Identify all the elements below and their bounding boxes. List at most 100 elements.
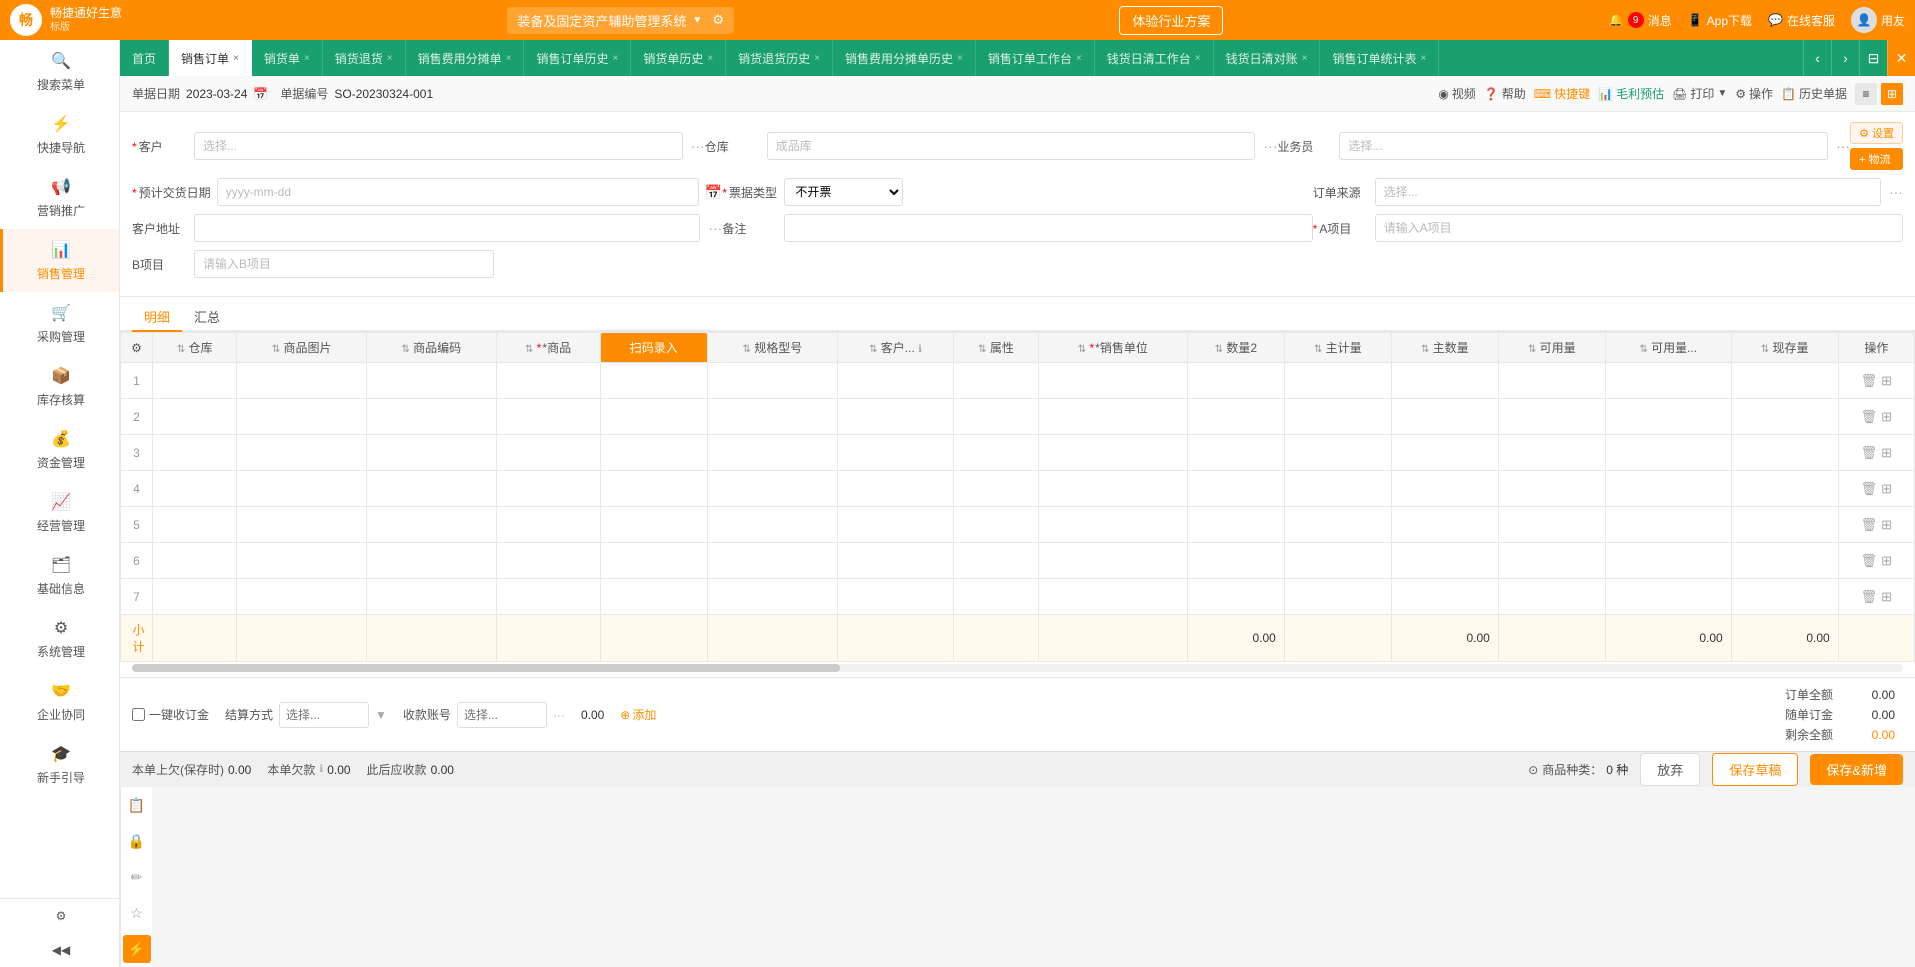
- add-button[interactable]: ⊕ 添加: [620, 706, 656, 723]
- row-3-delete-icon[interactable]: 🗑: [1861, 445, 1878, 461]
- tab-close-sales-goods[interactable]: ×: [304, 53, 310, 64]
- profit-btn[interactable]: 📊 毛利预估: [1598, 85, 1664, 102]
- tab-close-all-btn[interactable]: ✕: [1887, 40, 1915, 76]
- th-available[interactable]: ⇅ 可用量: [1498, 333, 1605, 363]
- payment-dropdown-icon[interactable]: ▼: [375, 708, 387, 722]
- staff-dots[interactable]: ···: [1836, 138, 1850, 154]
- payment-method-input[interactable]: [279, 702, 369, 728]
- row-2-delete-icon[interactable]: 🗑: [1861, 409, 1878, 425]
- tab-daily-reconcile[interactable]: 钱货日清对账 ×: [1214, 40, 1321, 76]
- a-project-input[interactable]: [1375, 214, 1903, 242]
- th-spec[interactable]: ⇅ 规格型号: [708, 333, 838, 363]
- tab-stats[interactable]: 销售订单统计表 ×: [1320, 40, 1439, 76]
- row-7-delete-icon[interactable]: 🗑: [1861, 589, 1878, 605]
- account-dots[interactable]: ···: [553, 708, 565, 722]
- delivery-date-input[interactable]: [217, 178, 699, 206]
- row-1-delete-icon[interactable]: 🗑: [1861, 373, 1878, 389]
- settings-icon[interactable]: ⚙: [712, 12, 724, 28]
- tab-close-stats[interactable]: ×: [1420, 53, 1426, 64]
- customer-input[interactable]: [194, 132, 683, 160]
- sidebar-item-marketing[interactable]: 📢 营销推广: [0, 166, 119, 229]
- solution-button[interactable]: 体验行业方案: [1119, 6, 1223, 35]
- th-qty2[interactable]: ⇅ 数量2: [1187, 333, 1284, 363]
- current-owe-info-icon[interactable]: ℹ: [319, 764, 323, 775]
- sidebar-item-enterprise[interactable]: 🤝 企业协同: [0, 670, 119, 733]
- right-icon-lock[interactable]: 🔒: [123, 827, 151, 855]
- th-main-qty[interactable]: ⇅ 主数量: [1391, 333, 1498, 363]
- row-1-code[interactable]: [366, 363, 496, 399]
- row-1-main-qty[interactable]: [1391, 363, 1498, 399]
- sidebar-item-guide[interactable]: 🎓 新手引导: [0, 733, 119, 796]
- sidebar-item-base[interactable]: 🗂 基础信息: [0, 544, 119, 607]
- row-6-copy-icon[interactable]: ⊞: [1881, 553, 1892, 569]
- row-1-available2[interactable]: [1605, 363, 1731, 399]
- right-icon-star[interactable]: ☆: [123, 899, 151, 927]
- delivery-cal-icon[interactable]: 📅: [705, 184, 722, 201]
- invoice-type-select[interactable]: 不开票 增值税专用发票 普通发票: [784, 178, 903, 206]
- tab-goods-history[interactable]: 销货单历史 ×: [631, 40, 726, 76]
- th-sales-unit[interactable]: ⇅ *销售单位: [1038, 333, 1187, 363]
- tab-close-daily-workbench[interactable]: ×: [1195, 53, 1201, 64]
- tab-order-history[interactable]: 销售订单历史 ×: [524, 40, 631, 76]
- row-1-image[interactable]: [237, 363, 367, 399]
- tab-sales-goods[interactable]: 销货单 ×: [252, 40, 323, 76]
- view-btn[interactable]: ◉ 视频: [1438, 85, 1476, 102]
- tab-sales-order[interactable]: 销售订单 ×: [169, 40, 252, 76]
- tab-close-return[interactable]: ×: [387, 53, 393, 64]
- tab-close-return-history[interactable]: ×: [814, 53, 820, 64]
- row-1-qty2[interactable]: [1187, 363, 1284, 399]
- row-4-copy-icon[interactable]: ⊞: [1881, 481, 1892, 497]
- tab-return[interactable]: 销货退货 ×: [323, 40, 406, 76]
- row-1-spec[interactable]: [708, 363, 838, 399]
- tab-fee-split[interactable]: 销售费用分摊单 ×: [406, 40, 525, 76]
- save-new-button[interactable]: 保存&新增: [1810, 754, 1903, 785]
- tab-workbench[interactable]: 销售订单工作台 ×: [976, 40, 1095, 76]
- quick-confirm-check[interactable]: [132, 708, 145, 721]
- row-1-scan[interactable]: [600, 363, 708, 399]
- row-3-copy-icon[interactable]: ⊞: [1881, 445, 1892, 461]
- tab-close-workbench[interactable]: ×: [1076, 53, 1082, 64]
- row-6-delete-icon[interactable]: 🗑: [1861, 553, 1878, 569]
- tab-close-goods-history[interactable]: ×: [707, 53, 713, 64]
- sidebar-item-inventory[interactable]: 📦 库存核算: [0, 355, 119, 418]
- tab-daily-workbench[interactable]: 钱货日清工作台 ×: [1095, 40, 1214, 76]
- customer-addr-input[interactable]: [194, 214, 700, 242]
- quick-confirm-checkbox[interactable]: 一键收订金: [132, 706, 209, 723]
- row-1-copy-icon[interactable]: ⊞: [1881, 373, 1892, 389]
- add-logistics-chip[interactable]: + 物流: [1850, 148, 1903, 170]
- tab-close-daily-reconcile[interactable]: ×: [1302, 53, 1308, 64]
- list-view-btn[interactable]: ≡: [1855, 83, 1877, 105]
- sidebar-item-purchase[interactable]: 🛒 采购管理: [0, 292, 119, 355]
- order-source-dots[interactable]: ···: [1889, 184, 1903, 200]
- th-attr[interactable]: ⇅ 属性: [954, 333, 1038, 363]
- th-available2[interactable]: ⇅ 可用量...: [1605, 333, 1731, 363]
- sidebar-item-system[interactable]: ⚙ 系统管理: [0, 607, 119, 670]
- row-5-copy-icon[interactable]: ⊞: [1881, 517, 1892, 533]
- row-1-stock[interactable]: [1731, 363, 1838, 399]
- settings-chip[interactable]: ⚙ 设置: [1850, 122, 1903, 144]
- th-product-image[interactable]: ⇅ 商品图片: [237, 333, 367, 363]
- tab-close-fee-history[interactable]: ×: [957, 53, 963, 64]
- save-draft-button[interactable]: 保存草稿: [1712, 753, 1798, 786]
- ops-btn[interactable]: ⚙ 操作: [1735, 85, 1773, 102]
- online-service-item[interactable]: 💬 在线客服: [1768, 12, 1835, 29]
- right-icon-doc[interactable]: 📋: [123, 791, 151, 819]
- th-scan[interactable]: 扫码录入: [600, 333, 708, 363]
- tab-more-btn[interactable]: ⊟: [1859, 40, 1887, 76]
- remark-input[interactable]: [784, 214, 1312, 242]
- sidebar-item-search[interactable]: 🔍 搜索菜单: [0, 40, 119, 103]
- th-customer-code[interactable]: ⇅ 客户... ℹ: [837, 333, 954, 363]
- th-main-measure[interactable]: ⇅ 主计量: [1284, 333, 1391, 363]
- shortcut-btn[interactable]: ⌨ 快捷键: [1534, 85, 1590, 102]
- order-source-input[interactable]: [1375, 178, 1881, 206]
- print-btn[interactable]: 🖨 打印 ▼: [1672, 85, 1727, 102]
- row-1-warehouse[interactable]: [153, 363, 237, 399]
- tab-summary[interactable]: 汇总: [182, 303, 232, 332]
- history-btn[interactable]: 📋 历史单据: [1781, 85, 1847, 102]
- sidebar-item-finance[interactable]: 💰 资金管理: [0, 418, 119, 481]
- user-item[interactable]: 👤 用友: [1851, 7, 1905, 33]
- right-icon-orange[interactable]: ⚡: [123, 935, 151, 963]
- app-download-item[interactable]: 📱 App下载: [1688, 12, 1752, 29]
- row-1-customer-code[interactable]: [837, 363, 954, 399]
- tab-home[interactable]: 首页: [120, 40, 169, 76]
